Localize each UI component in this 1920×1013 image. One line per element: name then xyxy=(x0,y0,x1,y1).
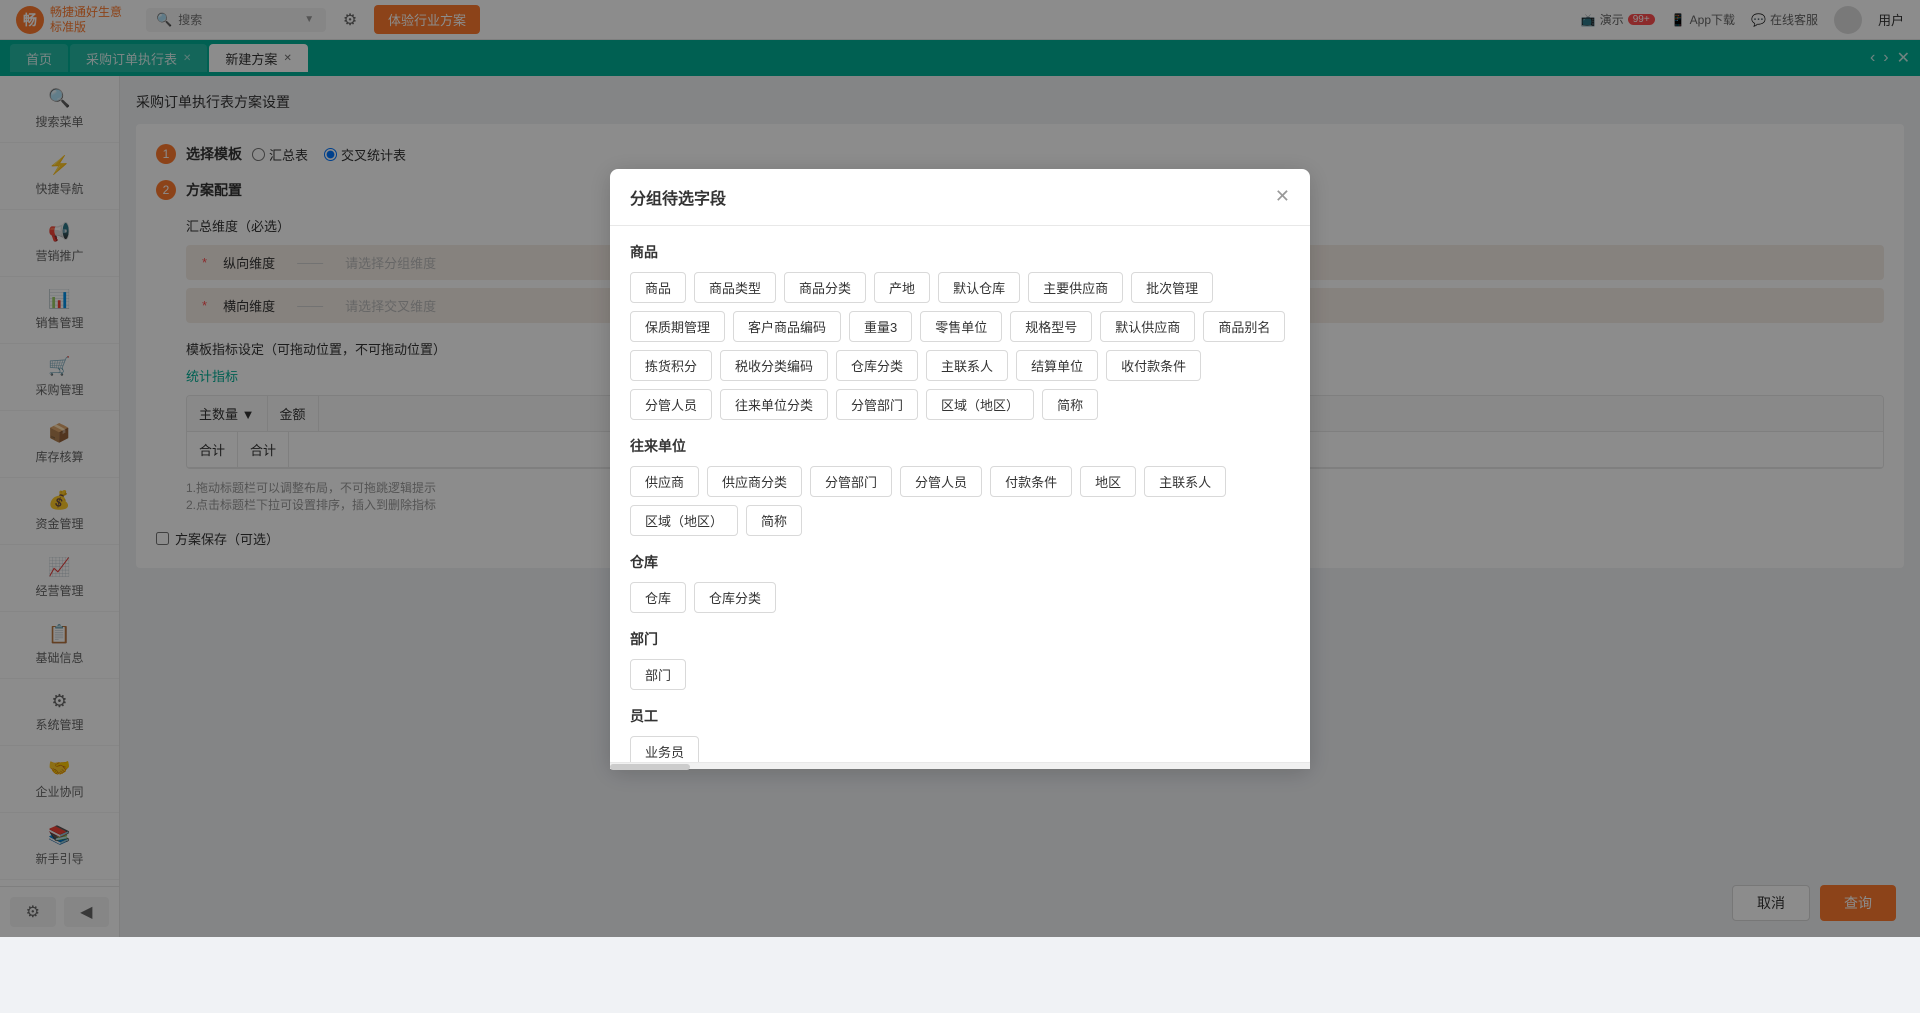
field-tag[interactable]: 往来单位分类 xyxy=(720,389,828,420)
section-partner: 往来单位 供应商 供应商分类 分管部门 分管人员 付款条件 地区 主联系人 区域… xyxy=(630,436,1290,536)
field-tag[interactable]: 主要供应商 xyxy=(1028,272,1123,303)
field-tag[interactable]: 分管人员 xyxy=(900,466,982,497)
section-product-title: 商品 xyxy=(630,242,1290,262)
modal-close-button[interactable]: ✕ xyxy=(1275,186,1290,207)
field-tag[interactable]: 地区 xyxy=(1080,466,1136,497)
field-tag[interactable]: 业务员 xyxy=(630,736,699,763)
modal-overlay: 分组待选字段 ✕ 商品 商品 商品类型 商品分类 产地 默认仓库 主要供应商 批… xyxy=(0,0,1920,937)
section-staff-title: 员工 xyxy=(630,706,1290,726)
staff-fields: 业务员 xyxy=(630,736,1290,763)
field-tag[interactable]: 收付款条件 xyxy=(1106,350,1201,381)
field-tag[interactable]: 客户商品编码 xyxy=(733,311,841,342)
modal: 分组待选字段 ✕ 商品 商品 商品类型 商品分类 产地 默认仓库 主要供应商 批… xyxy=(610,169,1310,769)
field-tag[interactable]: 商品 xyxy=(630,272,686,303)
section-product: 商品 商品 商品类型 商品分类 产地 默认仓库 主要供应商 批次管理 保质期管理… xyxy=(630,242,1290,420)
field-tag[interactable]: 付款条件 xyxy=(990,466,1072,497)
field-tag[interactable]: 税收分类编码 xyxy=(720,350,828,381)
field-tag[interactable]: 默认供应商 xyxy=(1100,311,1195,342)
modal-title: 分组待选字段 xyxy=(630,185,726,209)
field-tag[interactable]: 商品别名 xyxy=(1203,311,1285,342)
field-tag[interactable]: 结算单位 xyxy=(1016,350,1098,381)
field-tag[interactable]: 默认仓库 xyxy=(938,272,1020,303)
field-tag[interactable]: 分管人员 xyxy=(630,389,712,420)
field-tag[interactable]: 产地 xyxy=(874,272,930,303)
field-tag[interactable]: 保质期管理 xyxy=(630,311,725,342)
field-tag[interactable]: 简称 xyxy=(1042,389,1098,420)
field-tag[interactable]: 商品分类 xyxy=(784,272,866,303)
section-dept: 部门 部门 xyxy=(630,629,1290,690)
field-tag[interactable]: 拣货积分 xyxy=(630,350,712,381)
section-partner-title: 往来单位 xyxy=(630,436,1290,456)
field-tag[interactable]: 简称 xyxy=(746,505,802,536)
field-tag[interactable]: 仓库分类 xyxy=(836,350,918,381)
field-tag[interactable]: 分管部门 xyxy=(836,389,918,420)
field-tag[interactable]: 供应商分类 xyxy=(707,466,802,497)
modal-horizontal-scrollbar[interactable] xyxy=(610,762,1310,768)
field-tag[interactable]: 零售单位 xyxy=(920,311,1002,342)
dept-fields: 部门 xyxy=(630,659,1290,690)
field-tag[interactable]: 区域（地区） xyxy=(630,505,738,536)
field-tag[interactable]: 商品类型 xyxy=(694,272,776,303)
field-tag[interactable]: 供应商 xyxy=(630,466,699,497)
section-warehouse: 仓库 仓库 仓库分类 xyxy=(630,552,1290,613)
section-dept-title: 部门 xyxy=(630,629,1290,649)
field-tag[interactable]: 分管部门 xyxy=(810,466,892,497)
field-tag[interactable]: 规格型号 xyxy=(1010,311,1092,342)
field-tag[interactable]: 区域（地区） xyxy=(926,389,1034,420)
warehouse-fields: 仓库 仓库分类 xyxy=(630,582,1290,613)
product-fields: 商品 商品类型 商品分类 产地 默认仓库 主要供应商 批次管理 保质期管理 客户… xyxy=(630,272,1290,420)
field-tag[interactable]: 主联系人 xyxy=(1144,466,1226,497)
section-warehouse-title: 仓库 xyxy=(630,552,1290,572)
field-tag[interactable]: 仓库分类 xyxy=(694,582,776,613)
scrollbar-thumb xyxy=(610,764,690,770)
modal-body: 商品 商品 商品类型 商品分类 产地 默认仓库 主要供应商 批次管理 保质期管理… xyxy=(610,226,1310,763)
field-tag[interactable]: 重量3 xyxy=(849,311,912,342)
field-tag[interactable]: 仓库 xyxy=(630,582,686,613)
field-tag[interactable]: 部门 xyxy=(630,659,686,690)
modal-header: 分组待选字段 ✕ xyxy=(610,169,1310,226)
partner-fields: 供应商 供应商分类 分管部门 分管人员 付款条件 地区 主联系人 区域（地区） … xyxy=(630,466,1290,536)
field-tag[interactable]: 主联系人 xyxy=(926,350,1008,381)
field-tag[interactable]: 批次管理 xyxy=(1131,272,1213,303)
section-staff: 员工 业务员 xyxy=(630,706,1290,763)
